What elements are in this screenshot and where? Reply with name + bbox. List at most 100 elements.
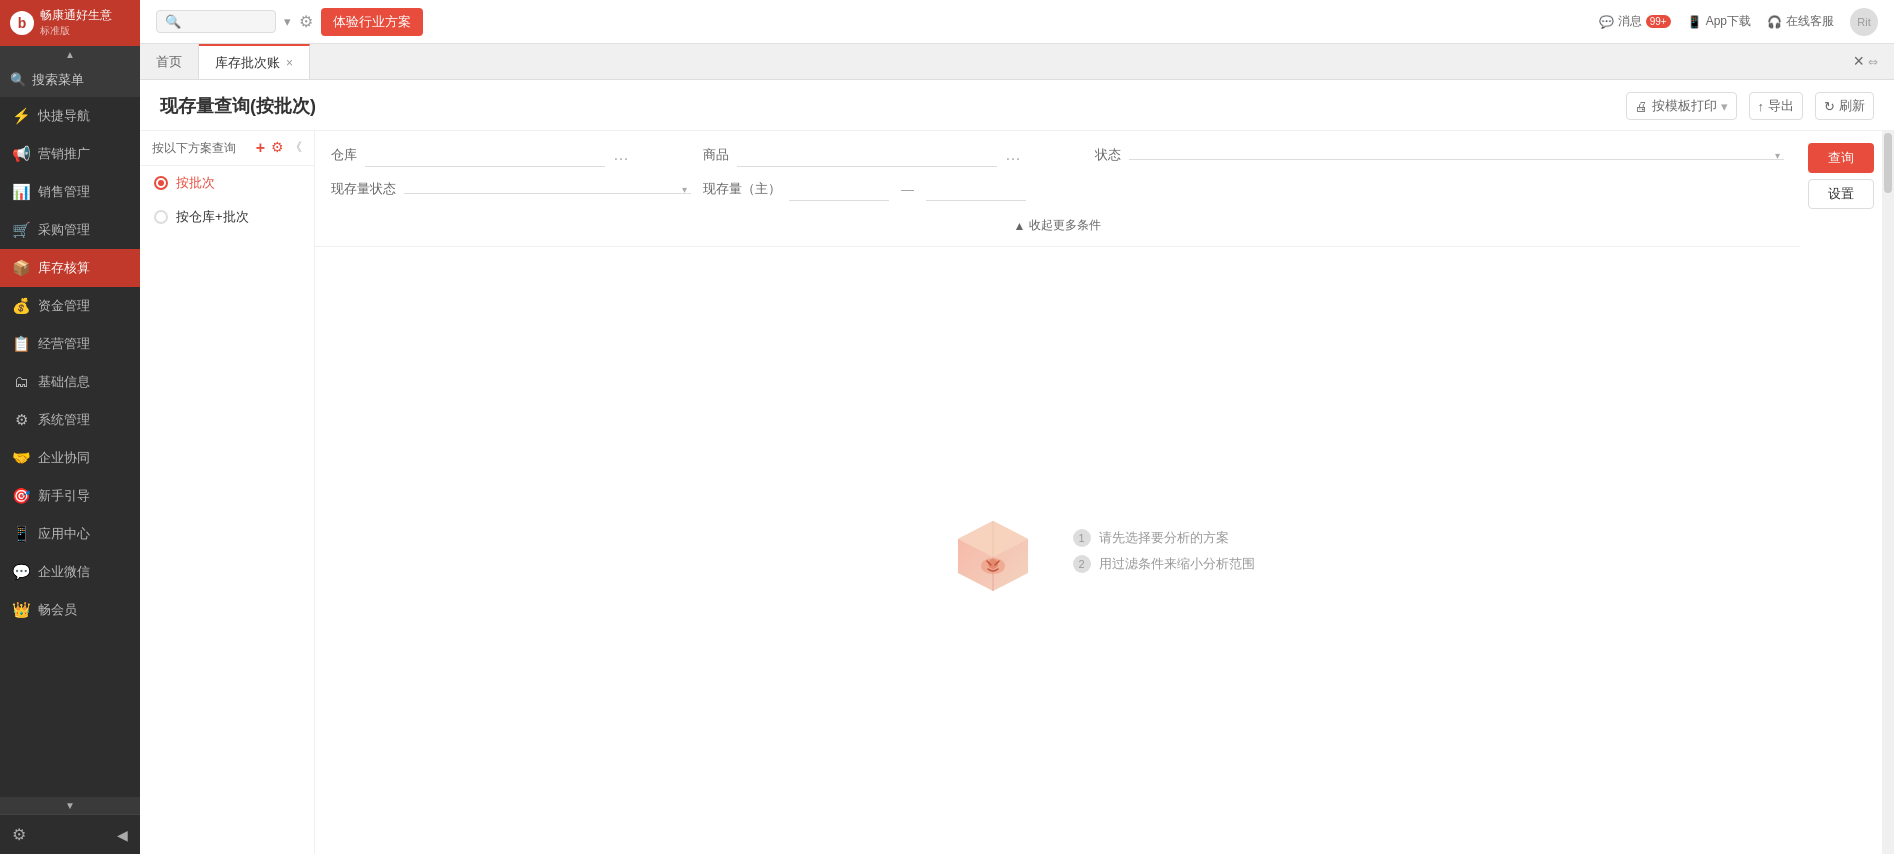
print-label: 按模板打印: [1652, 97, 1717, 115]
topbar-search-box[interactable]: 🔍: [156, 10, 276, 33]
settings-button[interactable]: 设置: [1808, 179, 1874, 209]
sidebar-item-sales[interactable]: 📊 销售管理: [0, 173, 140, 211]
filter-item-by-warehouse-batch[interactable]: 按仓库+批次: [140, 200, 314, 234]
sidebar-item-purchase[interactable]: 🛒 采购管理: [0, 211, 140, 249]
messages-btn[interactable]: 💬 消息 99+: [1599, 13, 1671, 30]
left-filter-panel: 按以下方案查询 + ⚙ 《 按批次 按仓库+批次: [140, 131, 315, 854]
print-btn[interactable]: 🖨 按模板打印 ▾: [1626, 92, 1737, 120]
refresh-btn[interactable]: ↻ 刷新: [1815, 92, 1874, 120]
filter-row-1: 仓库 … 商品 …: [315, 131, 1800, 247]
right-scrollbar[interactable]: [1882, 131, 1894, 854]
tab-inventory-batch[interactable]: 库存批次账 ×: [199, 44, 310, 79]
empty-state: 1 请先选择要分析的方案 2 用过滤条件来缩小分析范围: [315, 247, 1882, 854]
product-input[interactable]: [737, 143, 997, 167]
sidebar-item-member[interactable]: 👑 畅会员: [0, 591, 140, 629]
sidebar-item-label: 新手引导: [38, 487, 90, 505]
topbar-settings-icon[interactable]: ⚙: [299, 12, 313, 31]
product-label: 商品: [703, 146, 729, 164]
app-download-btn[interactable]: 📱 App下载: [1687, 13, 1751, 30]
page-actions: 🖨 按模板打印 ▾ ↑ 导出 ↻ 刷新: [1626, 92, 1875, 120]
filter-collapse-btn[interactable]: 《: [290, 139, 302, 157]
filter-row-warehouse: 仓库 … 商品 …: [331, 143, 1784, 167]
tip-1-text: 请先选择要分析的方案: [1099, 529, 1229, 547]
status-dropdown-icon[interactable]: ▾: [1775, 150, 1780, 161]
topbar-search-input[interactable]: [185, 15, 265, 29]
content-area: 现存量查询(按批次) 🖨 按模板打印 ▾ ↑ 导出 ↻ 刷新: [140, 80, 1894, 854]
filter-add-btn[interactable]: +: [256, 139, 265, 157]
messages-icon: 💬: [1599, 15, 1614, 29]
app-version: 标准版: [40, 24, 112, 38]
sidebar: b 畅康通好生意 标准版 ▲ 🔍 搜索菜单 ⚡ 快捷导航 📢 营销推广 📊 销售…: [0, 0, 140, 854]
sidebar-item-system[interactable]: ⚙ 系统管理: [0, 401, 140, 439]
sidebar-item-guide[interactable]: 🎯 新手引导: [0, 477, 140, 515]
sidebar-item-label: 快捷导航: [38, 107, 90, 125]
warehouse-dots-btn[interactable]: …: [613, 146, 629, 164]
sidebar-item-quick-nav[interactable]: ⚡ 快捷导航: [0, 97, 140, 135]
sidebar-item-wechat[interactable]: 💬 企业微信: [0, 553, 140, 591]
sidebar-scroll-down[interactable]: ▼: [0, 797, 140, 814]
warehouse-input[interactable]: [365, 143, 605, 167]
filter-row-inventory: 现存量状态 ▾ 现存量（主）: [331, 177, 1784, 201]
user-avatar-btn[interactable]: Rit: [1850, 8, 1878, 36]
sidebar-scroll-up[interactable]: ▲: [0, 46, 140, 63]
footer-settings-icon[interactable]: ⚙: [12, 825, 26, 844]
inventory-status-dropdown-icon[interactable]: ▾: [682, 184, 687, 195]
inventory-qty-from-input[interactable]: [789, 177, 889, 201]
system-icon: ⚙: [12, 411, 30, 429]
sidebar-item-label: 资金管理: [38, 297, 90, 315]
scrollbar-thumb[interactable]: [1884, 133, 1892, 193]
empty-tip-1: 1 请先选择要分析的方案: [1073, 529, 1255, 547]
collapse-more-btn[interactable]: ▲ 收起更多条件: [331, 211, 1784, 234]
content-body: 按以下方案查询 + ⚙ 《 按批次 按仓库+批次: [140, 131, 1894, 854]
topbar-right: 💬 消息 99+ 📱 App下载 🎧 在线客服 Rit: [1599, 8, 1878, 36]
topbar: 🔍 ▾ ⚙ 体验行业方案 💬 消息 99+ 📱 App下载 🎧 在线客服: [140, 0, 1894, 44]
tip-2-num: 2: [1073, 555, 1091, 573]
marketing-icon: 📢: [12, 145, 30, 163]
sidebar-footer: ⚙ ◀: [0, 814, 140, 854]
panel-close-button[interactable]: ×: [1853, 51, 1864, 72]
export-btn[interactable]: ↑ 导出: [1749, 92, 1804, 120]
sidebar-item-operations[interactable]: 📋 经营管理: [0, 325, 140, 363]
sidebar-item-label: 基础信息: [38, 373, 90, 391]
filter-item-by-batch[interactable]: 按批次: [140, 166, 314, 200]
sidebar-item-label: 库存核算: [38, 259, 90, 277]
empty-tip-2: 2 用过滤条件来缩小分析范围: [1073, 555, 1255, 573]
sidebar-item-finance[interactable]: 💰 资金管理: [0, 287, 140, 325]
filter-item-label: 按仓库+批次: [176, 208, 249, 226]
sidebar-item-marketing[interactable]: 📢 营销推广: [0, 135, 140, 173]
app-logo: b: [10, 11, 34, 35]
footer-collapse-icon[interactable]: ◀: [117, 827, 128, 843]
sidebar-search[interactable]: 🔍 搜索菜单: [0, 63, 140, 97]
sales-icon: 📊: [12, 183, 30, 201]
export-label: 导出: [1768, 97, 1794, 115]
basic-icon: 🗂: [12, 373, 30, 390]
product-dots-btn[interactable]: …: [1005, 146, 1021, 164]
online-support-btn[interactable]: 🎧 在线客服: [1767, 13, 1834, 30]
panel-resize-icon: ⇔: [1868, 55, 1878, 69]
sidebar-item-label: 企业协同: [38, 449, 90, 467]
warehouse-label: 仓库: [331, 146, 357, 164]
sidebar-item-basic[interactable]: 🗂 基础信息: [0, 363, 140, 401]
filter-field-warehouse: 仓库 …: [331, 143, 691, 167]
refresh-icon: ↻: [1824, 99, 1835, 114]
inventory-qty-to-input[interactable]: [926, 177, 1026, 201]
tab-home[interactable]: 首页: [156, 44, 199, 79]
inventory-qty-dash: —: [897, 182, 918, 197]
app-download-icon: 📱: [1687, 15, 1702, 29]
sidebar-item-inventory[interactable]: 📦 库存核算: [0, 249, 140, 287]
experience-btn[interactable]: 体验行业方案: [321, 8, 423, 36]
chevron-up-icon: ▲: [1014, 219, 1026, 233]
purchase-icon: 🛒: [12, 221, 30, 239]
query-button[interactable]: 查询: [1808, 143, 1874, 173]
filter-settings-btn[interactable]: ⚙: [271, 139, 284, 157]
tab-close-icon[interactable]: ×: [286, 56, 293, 70]
print-dropdown-icon[interactable]: ▾: [1721, 99, 1728, 114]
finance-icon: 💰: [12, 297, 30, 315]
collapse-more-label: 收起更多条件: [1029, 217, 1101, 234]
inventory-status-select-wrapper: ▾: [404, 185, 691, 194]
refresh-label: 刷新: [1839, 97, 1865, 115]
tabbar: 首页 库存批次账 × × ⇔: [140, 44, 1894, 80]
sidebar-item-app-center[interactable]: 📱 应用中心: [0, 515, 140, 553]
topbar-dropdown-icon[interactable]: ▾: [284, 14, 291, 29]
sidebar-item-enterprise[interactable]: 🤝 企业协同: [0, 439, 140, 477]
